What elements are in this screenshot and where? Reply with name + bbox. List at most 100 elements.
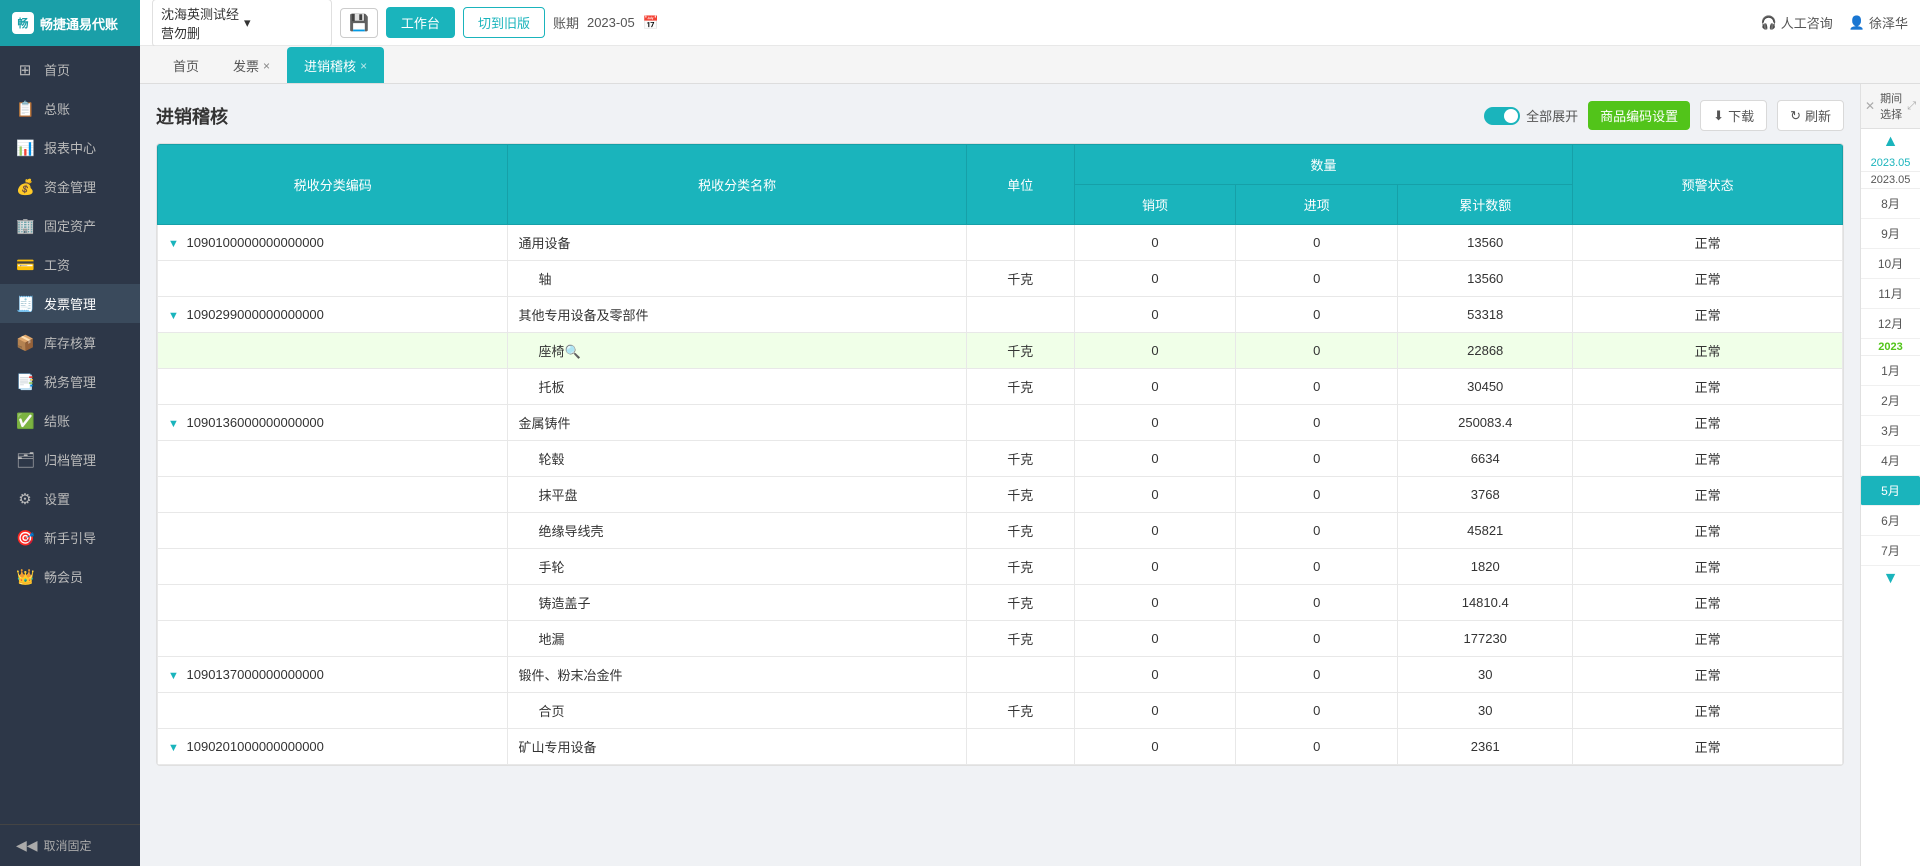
search-icon[interactable]: 🔍 [564, 344, 580, 359]
table-row: ▼ 1090100000000000000 通用设备 0 0 13560 正常 [158, 225, 1843, 261]
period-month-2[interactable]: 2月 [1861, 386, 1920, 416]
cell-unit: 千克 [966, 369, 1074, 405]
sidebar-item-archive[interactable]: 🗂归档管理 [0, 440, 140, 479]
sidebar-icon-inventory: 📦 [16, 334, 34, 352]
sidebar-item-settlement[interactable]: ✅ 结账 [0, 401, 140, 440]
cell-purchase: 0 [1236, 225, 1398, 261]
cell-purchase: 0 [1236, 585, 1398, 621]
th-total: 累计数额 [1398, 185, 1573, 225]
expand-icon[interactable]: ▼ [168, 238, 179, 250]
support-item[interactable]: 🎧 人工咨询 [1761, 13, 1833, 32]
period-month-3[interactable]: 3月 [1861, 416, 1920, 446]
tab-close-icon[interactable]: × [263, 59, 270, 73]
sidebar-item-settings[interactable]: ⚙ 设置 [0, 479, 140, 518]
refresh-button[interactable]: ↻ 刷新 [1777, 100, 1844, 131]
cell-total: 177230 [1398, 621, 1573, 657]
cell-unit [966, 405, 1074, 441]
cell-code [158, 441, 508, 477]
product-code-button[interactable]: 商品编码设置 [1588, 101, 1690, 130]
sidebar-item-home[interactable]: ⊞首页 [0, 50, 140, 89]
period-month-7[interactable]: 7月 [1861, 536, 1920, 566]
table-row: 托板 千克 0 0 30450 正常 [158, 369, 1843, 405]
cell-total: 6634 [1398, 441, 1573, 477]
period-value: 2023-05 [587, 15, 635, 30]
period-selector-close-icon[interactable]: ✕ [1865, 99, 1875, 113]
sidebar-item-funds[interactable]: 💰资金管理 [0, 167, 140, 206]
period-month-10[interactable]: 10月 [1861, 249, 1920, 279]
period-up-btn[interactable]: ▲ [1861, 129, 1920, 155]
sidebar-label-home: 首页 [44, 60, 70, 79]
cell-status: 正常 [1573, 333, 1843, 369]
cell-total: 30450 [1398, 369, 1573, 405]
save-button[interactable]: 💾 [340, 8, 378, 38]
sidebar-label-settlement: 结账 [44, 411, 70, 430]
period-down-btn[interactable]: ▼ [1861, 566, 1920, 592]
sidebar-item-inventory[interactable]: 📦库存核算 [0, 323, 140, 362]
period-month-1[interactable]: 1月 [1861, 356, 1920, 386]
period-month-9[interactable]: 9月 [1861, 219, 1920, 249]
sidebar-item-reports[interactable]: 📊报表中心 [0, 128, 140, 167]
cell-code [158, 549, 508, 585]
sidebar-label-settings: 设置 [44, 489, 70, 508]
period-month-12[interactable]: 12月 [1861, 309, 1920, 339]
cell-unit: 千克 [966, 621, 1074, 657]
sidebar-item-tax[interactable]: 📑税务管理 [0, 362, 140, 401]
table-row: 轴 千克 0 0 13560 正常 [158, 261, 1843, 297]
tab-发票[interactable]: 发票× [216, 47, 287, 83]
expand-toggle[interactable]: 全部展开 [1484, 106, 1578, 125]
period-month-4[interactable]: 4月 [1861, 446, 1920, 476]
switch-thumb [1504, 109, 1518, 123]
expand-icon[interactable]: ▼ [168, 742, 179, 754]
switch-track[interactable] [1484, 107, 1520, 125]
workbench-button[interactable]: 工作台 [386, 7, 455, 38]
period-expand-icon[interactable]: ⤢ [1907, 100, 1916, 113]
cell-name: 抹平盘 [508, 477, 966, 513]
period-display: 账期 2023-05 📅 [553, 13, 659, 32]
period-month-11[interactable]: 11月 [1861, 279, 1920, 309]
headset-icon: 🎧 [1761, 15, 1777, 31]
sidebar-label-invoice: 发票管理 [44, 294, 96, 313]
sidebar-icon-tax: 📑 [16, 373, 34, 391]
sidebar-item-assets[interactable]: 🏢固定资产 [0, 206, 140, 245]
period-month-5[interactable]: 5月 [1861, 476, 1920, 506]
cell-status: 正常 [1573, 261, 1843, 297]
cell-status: 正常 [1573, 441, 1843, 477]
expand-icon[interactable]: ▼ [168, 310, 179, 322]
cell-name: 矿山专用设备 [508, 729, 966, 765]
cell-total: 13560 [1398, 261, 1573, 297]
page-actions: 全部展开 商品编码设置 ⬇ 下载 ↻ 刷新 [1484, 100, 1844, 131]
user-item[interactable]: 👤 徐泽华 [1849, 13, 1908, 32]
sidebar-item-guide[interactable]: 🎯新手引导 [0, 518, 140, 557]
period-month-6[interactable]: 6月 [1861, 506, 1920, 536]
cell-total: 53318 [1398, 297, 1573, 333]
download-button[interactable]: ⬇ 下载 [1700, 100, 1767, 131]
th-purchase: 进项 [1236, 185, 1398, 225]
sidebar-footer[interactable]: ◀◀ 取消固定 [0, 824, 140, 866]
expand-icon[interactable]: ▼ [168, 418, 179, 430]
switch-version-button[interactable]: 切到旧版 [463, 7, 545, 38]
tab-close-icon[interactable]: × [360, 59, 367, 73]
logo-icon: 畅 [12, 12, 34, 34]
sidebar-item-ledger[interactable]: 📋总账 [0, 89, 140, 128]
period-scroll[interactable]: ▲ 2023.05 2023.05 8月 9月 10月 11月 12月 2023… [1861, 129, 1920, 866]
cell-purchase: 0 [1236, 693, 1398, 729]
company-selector[interactable]: 沈海英测试经营勿删 ▾ [152, 0, 332, 47]
sidebar-item-member[interactable]: 👑畅会员 [0, 557, 140, 596]
cell-sales: 0 [1074, 621, 1236, 657]
cell-code [158, 621, 508, 657]
period-month-8[interactable]: 8月 [1861, 189, 1920, 219]
sidebar-nav: ⊞首页📋总账📊报表中心💰资金管理🏢固定资产💳工资🧾发票管理📦库存核算📑税务管理✅… [0, 46, 140, 824]
table-row: 座椅🔍 千克 0 0 22868 正常 [158, 333, 1843, 369]
sidebar-icon-invoice: 🧾 [16, 295, 34, 313]
sidebar-icon-reports: 📊 [16, 139, 34, 157]
expand-icon[interactable]: ▼ [168, 670, 179, 682]
calendar-icon[interactable]: 📅 [643, 15, 659, 31]
tab-首页[interactable]: 首页 [156, 47, 216, 83]
sidebar-icon-settings: ⚙ [16, 490, 34, 508]
sidebar-icon-settlement: ✅ [16, 412, 34, 430]
sidebar-item-invoice[interactable]: 🧾 发票管理 [0, 284, 140, 323]
sidebar-item-salary[interactable]: 💳工资 [0, 245, 140, 284]
app-logo: 畅 畅捷通易代账 [0, 0, 140, 46]
tab-进销稽核[interactable]: 进销稽核× [287, 47, 384, 83]
table-row: ▼ 1090137000000000000 锻件、粉末冶金件 0 0 30 正常 [158, 657, 1843, 693]
